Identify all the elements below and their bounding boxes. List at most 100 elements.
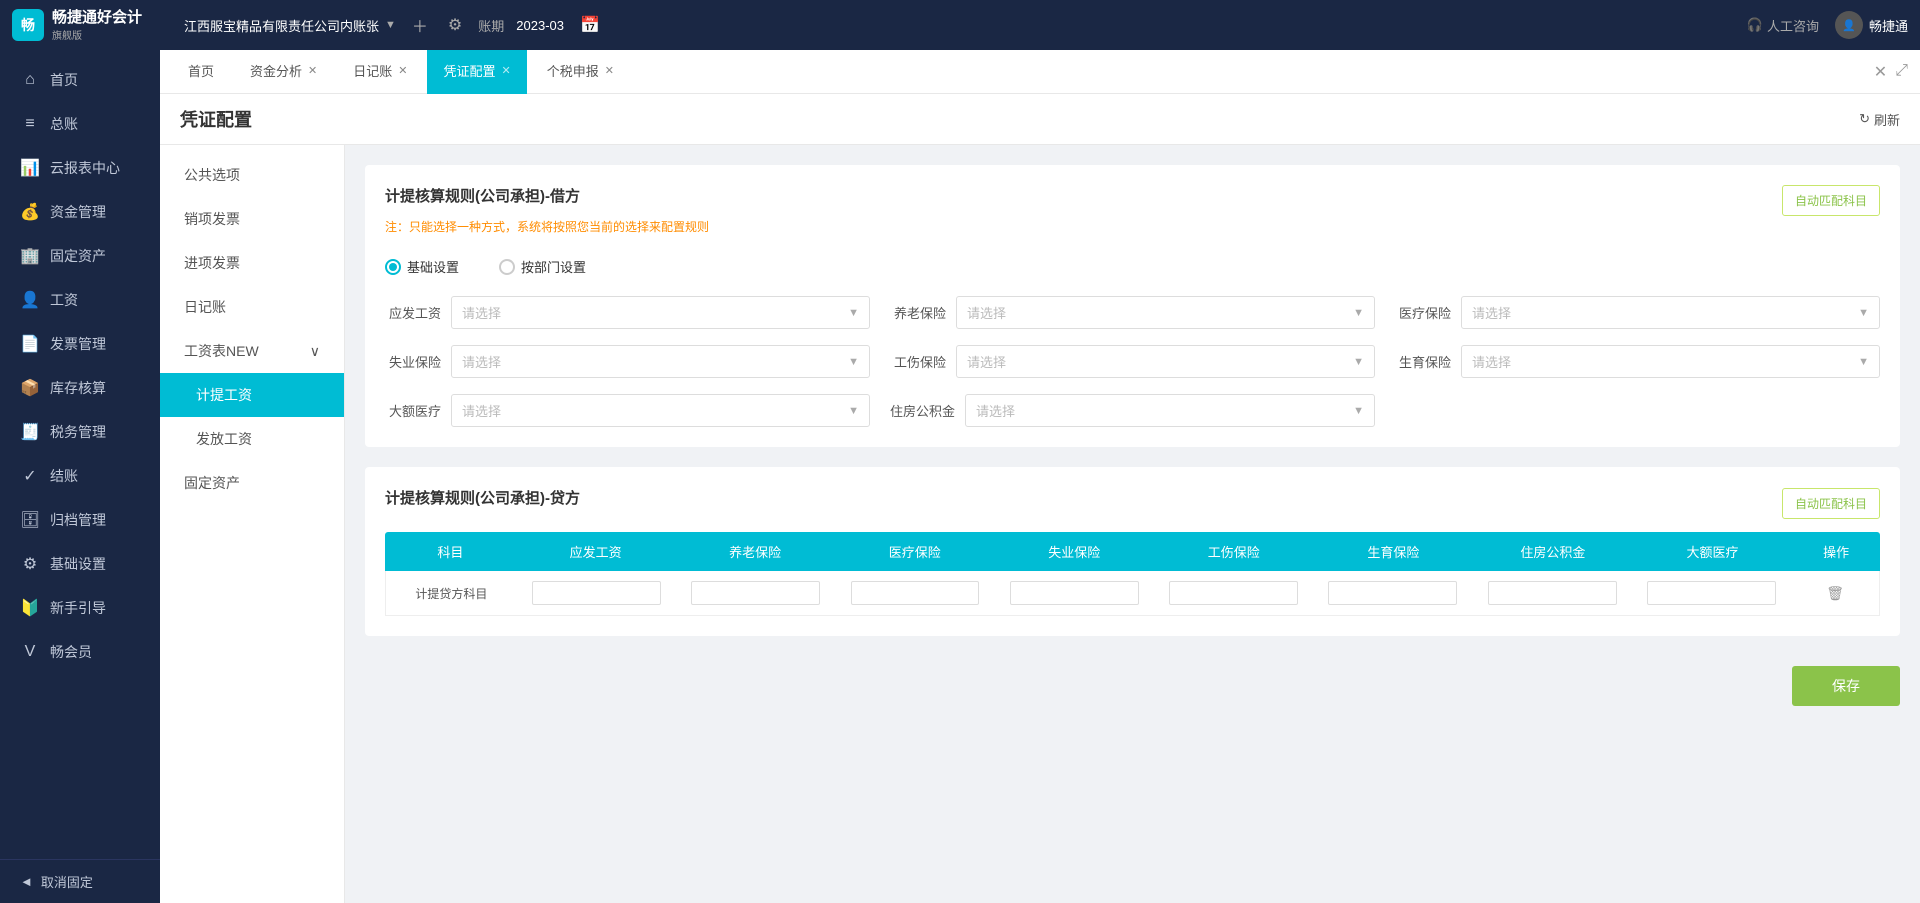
calendar-icon[interactable]: 📅	[576, 11, 604, 39]
table-row: 计提贷方科目 🗑	[385, 571, 1880, 616]
input-medical[interactable]	[851, 581, 980, 605]
close-window-icon[interactable]: ✕	[1874, 62, 1887, 82]
sidebar-item-reports[interactable]: 📊 云报表中心	[0, 146, 160, 190]
funds-icon: 💰	[20, 202, 40, 222]
maternity-label: 生育保险	[1395, 352, 1451, 371]
credit-table-header: 科目 应发工资 养老保险 医疗保险 失业保险 工伤保险 生育保险 住房公积金 大…	[385, 532, 1880, 571]
medical-select[interactable]: 请选择 ▼	[1461, 296, 1880, 329]
refresh-button[interactable]: ↻ 刷新	[1859, 110, 1900, 129]
sidebar: ⌂ 首页 ≡ 总账 📊 云报表中心 💰 资金管理 🏢 固定资产 👤 工资 📄 发…	[0, 50, 160, 903]
sidebar-item-ledger-label: 总账	[50, 114, 78, 134]
settings-icon[interactable]: ⚙	[444, 11, 466, 39]
pension-select[interactable]: 请选择 ▼	[956, 296, 1375, 329]
sidebar-item-member-label: 畅会员	[50, 642, 92, 662]
td-housing-fund[interactable]	[1473, 571, 1632, 615]
inventory-icon: 📦	[20, 378, 40, 398]
input-work-injury[interactable]	[1169, 581, 1298, 605]
sidebar-item-invoice[interactable]: 📄 发票管理	[0, 322, 160, 366]
tab-funds[interactable]: 资金分析 ✕	[234, 50, 333, 94]
maternity-placeholder: 请选择	[1472, 352, 1511, 371]
sidebar-item-assets[interactable]: 🏢 固定资产	[0, 234, 160, 278]
input-maternity[interactable]	[1328, 581, 1457, 605]
work-injury-select[interactable]: 请选择 ▼	[956, 345, 1375, 378]
td-payable[interactable]	[517, 571, 676, 615]
pension-chevron: ▼	[1353, 307, 1364, 319]
td-maternity[interactable]	[1313, 571, 1472, 615]
sidebar-item-funds[interactable]: 💰 资金管理	[0, 190, 160, 234]
payable-salary-placeholder: 请选择	[462, 303, 501, 322]
expand-icon[interactable]: ⤢	[1895, 62, 1908, 82]
content-area: 首页 资金分析 ✕ 日记账 ✕ 凭证配置 ✕ 个税申报 ✕ ✕ ⤢	[160, 50, 1920, 903]
td-pension[interactable]	[676, 571, 835, 615]
home-icon: ⌂	[20, 71, 40, 89]
td-unemployment[interactable]	[995, 571, 1154, 615]
unemployment-chevron: ▼	[848, 356, 859, 368]
sidebar-item-ledger[interactable]: ≡ 总账	[0, 102, 160, 146]
tab-voucher[interactable]: 凭证配置 ✕	[427, 50, 526, 94]
cancel-fixed-label: 取消固定	[41, 872, 93, 891]
save-button[interactable]: 保存	[1792, 666, 1900, 706]
tab-journal[interactable]: 日记账 ✕	[337, 50, 423, 94]
sidebar-item-settings[interactable]: ⚙ 基础设置	[0, 542, 160, 586]
debit-auto-match-button[interactable]: 自动匹配科目	[1782, 185, 1880, 216]
left-nav-pay-salary[interactable]: 发放工资	[160, 417, 344, 461]
left-nav-sales[interactable]: 销项发票	[160, 197, 344, 241]
credit-auto-match-button[interactable]: 自动匹配科目	[1782, 488, 1880, 519]
housing-fund-select[interactable]: 请选择 ▼	[965, 394, 1375, 427]
sidebar-item-home[interactable]: ⌂ 首页	[0, 58, 160, 102]
unemployment-select[interactable]: 请选择 ▼	[451, 345, 870, 378]
work-injury-label: 工伤保险	[890, 352, 946, 371]
new-badge: NEW	[226, 343, 259, 359]
service-button[interactable]: 🎧 人工咨询	[1747, 16, 1819, 35]
sidebar-item-member[interactable]: V 畅会员	[0, 630, 160, 674]
maternity-select[interactable]: 请选择 ▼	[1461, 345, 1880, 378]
payable-salary-select[interactable]: 请选择 ▼	[451, 296, 870, 329]
td-work-injury[interactable]	[1154, 571, 1313, 615]
user-area[interactable]: 👤 畅捷通	[1835, 11, 1908, 39]
company-selector[interactable]: 江西服宝精品有限责任公司内账张 ▼	[184, 16, 396, 35]
guide-icon: 🔰	[20, 598, 40, 618]
td-medical[interactable]	[835, 571, 994, 615]
sidebar-item-tax[interactable]: 🧾 税务管理	[0, 410, 160, 454]
td-major-medical[interactable]	[1632, 571, 1791, 615]
input-pension[interactable]	[691, 581, 820, 605]
left-nav-sub: 计提工资 发放工资	[160, 373, 344, 461]
radio-basic[interactable]: 基础设置	[385, 257, 459, 276]
input-housing-fund[interactable]	[1488, 581, 1617, 605]
left-nav-calc-payroll[interactable]: 计提工资	[160, 373, 344, 417]
settlement-icon: ✓	[20, 466, 40, 486]
tab-voucher-close[interactable]: ✕	[502, 64, 511, 77]
left-nav-public[interactable]: 公共选项	[160, 153, 344, 197]
input-payable[interactable]	[532, 581, 661, 605]
radio-dept[interactable]: 按部门设置	[499, 257, 586, 276]
sidebar-item-inventory[interactable]: 📦 库存核算	[0, 366, 160, 410]
sidebar-item-guide[interactable]: 🔰 新手引导	[0, 586, 160, 630]
left-nav-purchase[interactable]: 进项发票	[160, 241, 344, 285]
left-nav-fixed-assets[interactable]: 固定资产	[160, 461, 344, 505]
input-major-medical[interactable]	[1647, 581, 1776, 605]
left-nav-payroll-group[interactable]: 工资表NEW ∨	[160, 329, 344, 373]
major-medical-select[interactable]: 请选择 ▼	[451, 394, 870, 427]
sidebar-item-salary[interactable]: 👤 工资	[0, 278, 160, 322]
unemployment-label: 失业保险	[385, 352, 441, 371]
logo-text: 畅捷通好会计	[52, 9, 142, 27]
radio-basic-circle	[385, 259, 401, 275]
left-nav-journal[interactable]: 日记账	[160, 285, 344, 329]
tab-home[interactable]: 首页	[172, 50, 230, 94]
cancel-fixed-button[interactable]: ◄ 取消固定	[0, 859, 160, 903]
td-action[interactable]: 🗑	[1791, 571, 1879, 615]
sidebar-item-guide-label: 新手引导	[50, 598, 106, 618]
tab-tax[interactable]: 个税申报 ✕	[531, 50, 630, 94]
delete-row-icon[interactable]: 🗑	[1826, 585, 1844, 602]
tab-funds-close[interactable]: ✕	[308, 64, 317, 77]
field-medical: 医疗保险 请选择 ▼	[1395, 296, 1880, 329]
tab-journal-close[interactable]: ✕	[398, 64, 407, 77]
sidebar-item-settlement[interactable]: ✓ 结账	[0, 454, 160, 498]
sidebar-item-archive[interactable]: 🗄 归档管理	[0, 498, 160, 542]
maternity-chevron: ▼	[1858, 356, 1869, 368]
input-unemployment[interactable]	[1010, 581, 1139, 605]
tab-tax-close[interactable]: ✕	[605, 64, 614, 77]
add-button[interactable]: ＋	[408, 9, 432, 41]
field-pension: 养老保险 请选择 ▼	[890, 296, 1375, 329]
top-right: 🎧 人工咨询 👤 畅捷通	[1747, 11, 1908, 39]
